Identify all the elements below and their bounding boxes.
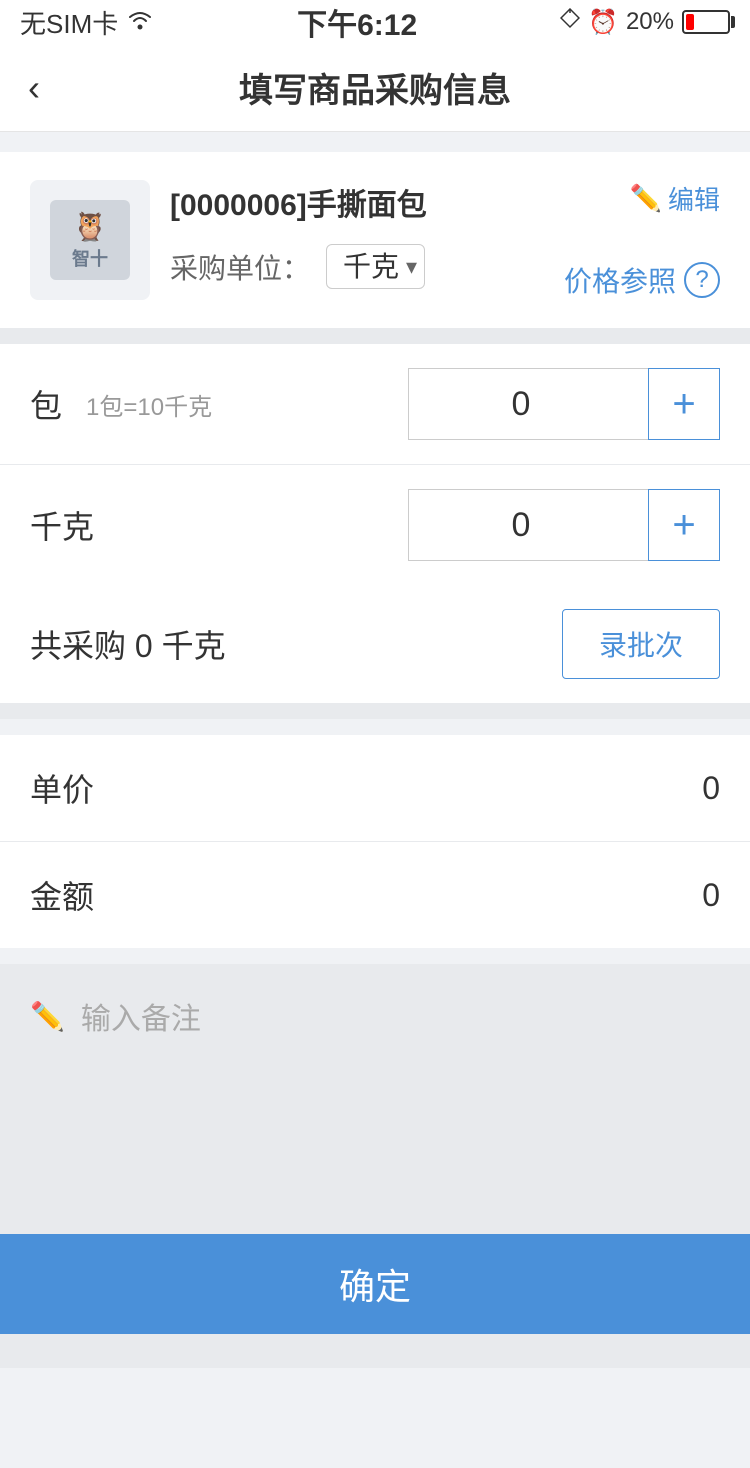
unit-price-label: 单价 [30, 765, 94, 811]
location-icon [560, 8, 580, 37]
kg-plus-button[interactable]: + [648, 489, 720, 561]
unit-price-row: 单价 0 [0, 735, 750, 842]
unit-select[interactable]: 千克 包 [326, 244, 425, 289]
product-card: 🦉 智十 [0000006]手撕面包 采购单位： 千克 包 ✏️ 编辑 [0, 152, 750, 328]
amount-label: 金额 [30, 872, 94, 918]
alarm-icon: ⏰ [588, 8, 618, 37]
amount-value: 0 [702, 877, 720, 914]
status-time: 下午6:12 [297, 0, 417, 44]
summary-unit: 千克 [162, 628, 226, 664]
bag-quantity-input[interactable] [408, 368, 648, 440]
status-bar: 无SIM卡 下午6:12 ⏰ 20% [0, 0, 750, 44]
bag-input-row: 包 1包=10千克 + [0, 344, 750, 465]
bag-plus-button[interactable]: + [648, 368, 720, 440]
price-ref-label: 价格参照 [564, 260, 676, 300]
owl-logo-text: 智十 [72, 245, 108, 271]
battery-percent: 20% [626, 8, 674, 36]
summary-text: 共采购 0 千克 [30, 621, 226, 667]
battery-icon [682, 10, 730, 34]
edit-icon: ✏️ [630, 183, 662, 214]
kg-label: 千克 [30, 502, 94, 548]
kg-input-row: 千克 + [0, 465, 750, 585]
price-info-section: 单价 0 金额 0 [0, 735, 750, 948]
amount-row: 金额 0 [0, 842, 750, 948]
divider-2 [0, 703, 750, 719]
help-icon: ? [684, 262, 720, 298]
price-reference-button[interactable]: 价格参照 ? [564, 260, 720, 300]
nav-bar: ‹ 填写商品采购信息 [0, 44, 750, 132]
confirm-button[interactable]: 确定 [0, 1234, 750, 1334]
status-left: 无SIM卡 [20, 4, 154, 41]
kg-input-wrapper: + [408, 489, 720, 561]
status-right: ⏰ 20% [560, 8, 730, 37]
summary-value: 0 [135, 628, 153, 664]
edit-button[interactable]: ✏️ 编辑 [630, 180, 720, 217]
quantity-input-section: 包 1包=10千克 + 千克 + [0, 344, 750, 585]
unit-label: 采购单位： [170, 247, 310, 287]
edit-label: 编辑 [668, 180, 720, 217]
summary-row: 共采购 0 千克 录批次 [0, 585, 750, 703]
divider-1 [0, 328, 750, 344]
wifi-icon [126, 7, 154, 38]
bag-label: 包 [30, 381, 62, 427]
kg-quantity-input[interactable] [408, 489, 648, 561]
carrier-text: 无SIM卡 [20, 4, 118, 41]
unit-select-wrapper[interactable]: 千克 包 [326, 244, 425, 289]
pencil-icon: ✏️ [30, 1000, 65, 1033]
owl-logo-icon: 🦉 [73, 210, 108, 243]
back-button[interactable]: ‹ [28, 67, 40, 109]
remark-placeholder: 输入备注 [81, 994, 201, 1038]
bag-input-wrapper: + [408, 368, 720, 440]
remark-section[interactable]: ✏️ 输入备注 [0, 964, 750, 1068]
unit-price-value: 0 [702, 770, 720, 807]
page-title: 填写商品采购信息 [239, 63, 511, 112]
bag-sublabel: 1包=10千克 [86, 387, 212, 422]
product-thumbnail: 🦉 智十 [30, 180, 150, 300]
batch-record-button[interactable]: 录批次 [562, 609, 720, 679]
